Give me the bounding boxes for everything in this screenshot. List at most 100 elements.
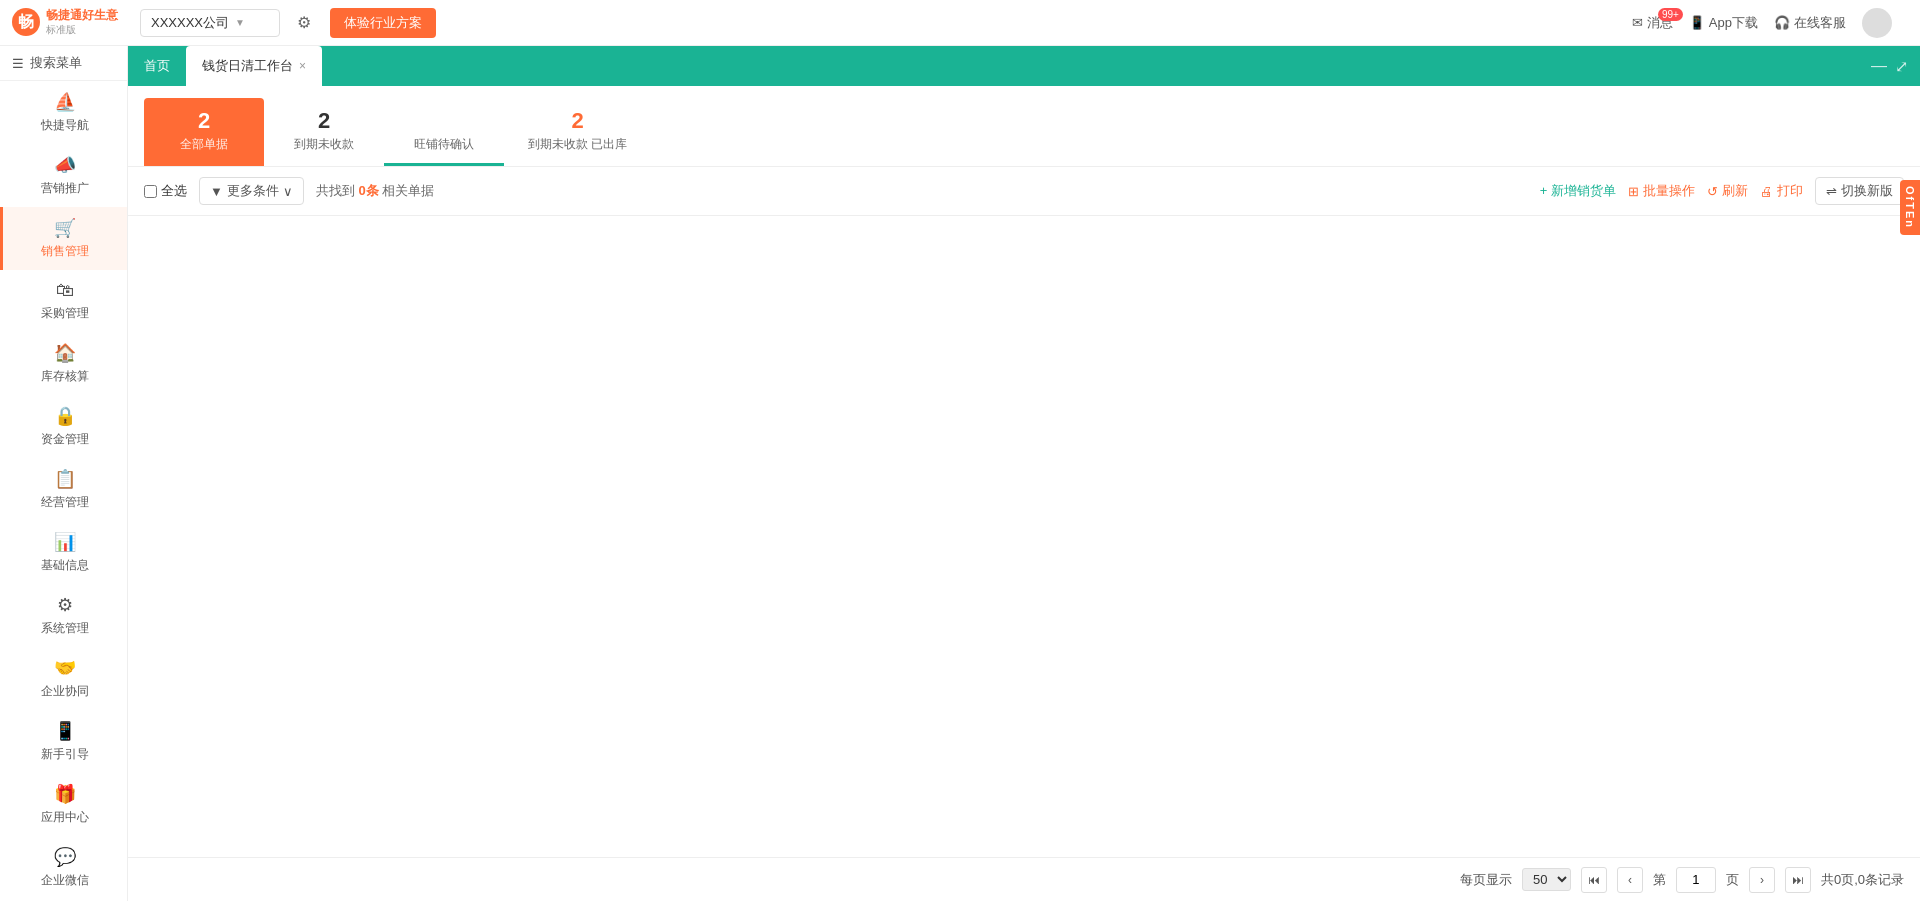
operations-icon: 📋	[54, 468, 76, 490]
sidebar-item-guide[interactable]: 📱 新手引导	[0, 710, 127, 773]
wechat-icon: 💬	[54, 846, 76, 868]
messages-item[interactable]: ✉ 消息 99+	[1632, 14, 1673, 32]
select-all-checkbox[interactable]: 全选	[144, 182, 187, 200]
stat-wangpu-num: 0	[438, 108, 450, 134]
base-info-icon: 📊	[54, 531, 76, 553]
switch-label: 切换新版	[1841, 182, 1893, 200]
sidebar-item-quick-nav[interactable]: ⛵ 快捷导航	[0, 81, 127, 144]
switch-icon: ⇌	[1826, 184, 1837, 199]
sidebar-item-wechat[interactable]: 💬 企业微信	[0, 836, 127, 899]
stat-overdue-num: 2	[318, 108, 330, 134]
sidebar-item-label: 系统管理	[41, 620, 89, 637]
sidebar-item-label: 采购管理	[41, 305, 89, 322]
settings-icon[interactable]: ⚙	[288, 7, 320, 39]
app-center-icon: 🎁	[54, 783, 76, 805]
stat-overdue-label: 到期未收款	[294, 136, 354, 153]
logo-area: 畅 畅捷通好生意 标准版	[12, 8, 140, 36]
batch-operation-button[interactable]: ⊞ 批量操作	[1628, 182, 1695, 200]
next-page-button[interactable]: ›	[1749, 867, 1775, 893]
messages-badge: 99+	[1658, 8, 1683, 21]
sidebar-item-label: 快捷导航	[41, 117, 89, 134]
page-number-input[interactable]	[1676, 867, 1716, 893]
top-header: 畅 畅捷通好生意 标准版 XXXXXX公司 ▼ ⚙ 体验行业方案 ✉ 消息 99…	[0, 0, 1920, 46]
result-text: 共找到 0条 相关单据	[316, 182, 434, 200]
tab-workbench-label: 钱货日清工作台	[202, 57, 293, 75]
cooperation-icon: 🤝	[54, 657, 76, 679]
sidebar-item-sales[interactable]: 🛒 销售管理	[0, 207, 127, 270]
add-sales-button[interactable]: + 新增销货单	[1540, 182, 1616, 200]
result-prefix: 共找到	[316, 183, 355, 198]
sidebar-item-inventory[interactable]: 🏠 库存核算	[0, 332, 127, 395]
filter-label: 更多条件	[227, 182, 279, 200]
tab-expand-icon[interactable]: ⤢	[1895, 57, 1908, 76]
stat-wangpu[interactable]: 0 旺铺待确认	[384, 98, 504, 166]
page-label: 第	[1653, 871, 1666, 889]
toolbar-right: + 新增销货单 ⊞ 批量操作 ↺ 刷新 🖨 打印 ⇌	[1540, 177, 1904, 205]
sidebar-item-label: 应用中心	[41, 809, 89, 826]
app-download-item[interactable]: 📱 App下载	[1689, 14, 1758, 32]
tab-bar-right: — ⤢	[1859, 57, 1920, 76]
purchase-icon: 🛍	[56, 280, 74, 301]
sidebar-item-app-center[interactable]: 🎁 应用中心	[0, 773, 127, 836]
tab-home-label: 首页	[144, 57, 170, 75]
last-page-button[interactable]: ⏭	[1785, 867, 1811, 893]
sidebar: ☰ 搜索菜单 ⛵ 快捷导航 📣 营销推广 🛒 销售管理 🛍 采购管理 🏠 库存核…	[0, 46, 128, 901]
tab-close-icon[interactable]: ×	[299, 59, 306, 73]
often-badge[interactable]: OfTEn	[1900, 180, 1920, 235]
sidebar-item-system[interactable]: ⚙ 系统管理	[0, 584, 127, 647]
stat-unshipped-label: 到期未收款 已出库	[528, 136, 627, 153]
company-name: XXXXXX公司	[151, 14, 229, 32]
filter-icon: ▼	[210, 184, 223, 199]
table-area	[128, 216, 1920, 857]
print-label: 打印	[1777, 182, 1803, 200]
tab-workbench[interactable]: 钱货日清工作台 ×	[186, 46, 322, 86]
header-right: ✉ 消息 99+ 📱 App下载 🎧 在线客服	[1632, 8, 1908, 38]
system-icon: ⚙	[57, 594, 73, 616]
per-page-label: 每页显示	[1460, 871, 1512, 889]
sidebar-item-purchase[interactable]: 🛍 采购管理	[0, 270, 127, 332]
sidebar-item-label: 企业协同	[41, 683, 89, 700]
trial-button[interactable]: 体验行业方案	[330, 8, 436, 38]
print-icon: 🖨	[1760, 184, 1773, 199]
sidebar-item-operations[interactable]: 📋 经营管理	[0, 458, 127, 521]
marketing-icon: 📣	[54, 154, 76, 176]
toolbar: 全选 ▼ 更多条件 ∨ 共找到 0条 相关单据 + 新增销货单	[128, 167, 1920, 216]
logo-sub: 标准版	[46, 23, 118, 37]
stat-all-label: 全部单据	[180, 136, 228, 153]
tab-bar: 首页 钱货日清工作台 × — ⤢	[128, 46, 1920, 86]
batch-icon: ⊞	[1628, 184, 1639, 199]
filter-button[interactable]: ▼ 更多条件 ∨	[199, 177, 304, 205]
sidebar-item-label: 企业微信	[41, 872, 89, 889]
sidebar-item-label: 新手引导	[41, 746, 89, 763]
stat-all[interactable]: 2 全部单据	[144, 98, 264, 166]
tab-home[interactable]: 首页	[128, 46, 186, 86]
per-page-select[interactable]: 50	[1522, 868, 1571, 891]
online-service-item[interactable]: 🎧 在线客服	[1774, 14, 1846, 32]
stat-overdue-unshipped[interactable]: 2 到期未收款 已出库	[504, 98, 651, 166]
select-all-input[interactable]	[144, 185, 157, 198]
company-selector[interactable]: XXXXXX公司 ▼	[140, 9, 280, 37]
stat-unshipped-num: 2	[572, 108, 584, 134]
search-menu[interactable]: ☰ 搜索菜单	[0, 46, 127, 81]
first-page-button[interactable]: ⏮	[1581, 867, 1607, 893]
tab-minimize-icon[interactable]: —	[1871, 57, 1887, 75]
quick-nav-icon: ⛵	[54, 91, 76, 113]
result-suffix: 相关单据	[382, 183, 434, 198]
finance-icon: 🔒	[54, 405, 76, 427]
company-arrow: ▼	[235, 17, 245, 28]
sidebar-item-label: 库存核算	[41, 368, 89, 385]
avatar[interactable]	[1862, 8, 1892, 38]
refresh-button[interactable]: ↺ 刷新	[1707, 182, 1748, 200]
sidebar-item-finance[interactable]: 🔒 资金管理	[0, 395, 127, 458]
sidebar-item-cooperation[interactable]: 🤝 企业协同	[0, 647, 127, 710]
logo-text-area: 畅捷通好生意 标准版	[46, 8, 118, 36]
pagination-bar: 每页显示 50 ⏮ ‹ 第 页 › ⏭ 共0页,0条记录	[128, 857, 1920, 901]
stat-overdue-unpaid[interactable]: 2 到期未收款	[264, 98, 384, 166]
sidebar-item-label: 销售管理	[41, 243, 89, 260]
sidebar-item-base-info[interactable]: 📊 基础信息	[0, 521, 127, 584]
logo-icon: 畅	[12, 8, 40, 36]
sidebar-item-marketing[interactable]: 📣 营销推广	[0, 144, 127, 207]
prev-page-button[interactable]: ‹	[1617, 867, 1643, 893]
print-button[interactable]: 🖨 打印	[1760, 182, 1803, 200]
switch-version-button[interactable]: ⇌ 切换新版	[1815, 177, 1904, 205]
